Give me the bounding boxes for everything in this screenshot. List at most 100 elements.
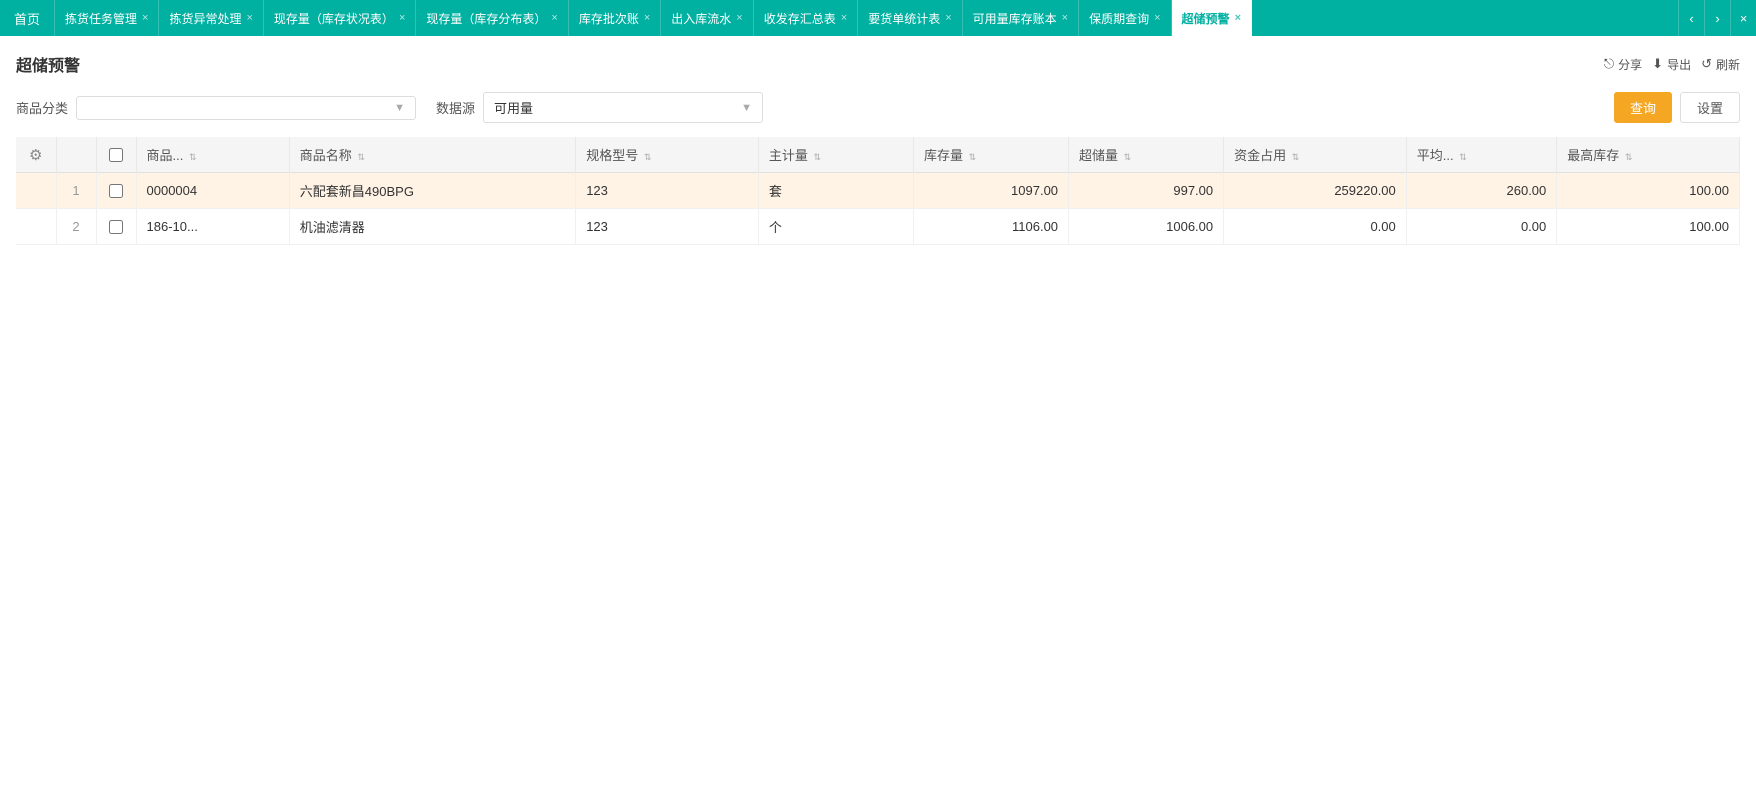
row-capital-0: 259220.00 bbox=[1224, 173, 1407, 209]
row-spec-1: 123 bbox=[576, 209, 759, 245]
nav-tab-10[interactable]: 超储预警 × bbox=[1172, 0, 1252, 36]
th-avg[interactable]: 平均... ⇅ bbox=[1406, 137, 1557, 173]
row-checkbox-0[interactable] bbox=[109, 184, 123, 198]
th-over-stock[interactable]: 超储量 ⇅ bbox=[1069, 137, 1224, 173]
share-label: 分享 bbox=[1618, 56, 1642, 73]
row-product-name-1: 机油滤清器 bbox=[289, 209, 575, 245]
th-capital[interactable]: 资金占用 ⇅ bbox=[1224, 137, 1407, 173]
share-button[interactable]: ⎋ 分享 bbox=[1604, 56, 1642, 73]
nav-tab-close-10[interactable]: × bbox=[1235, 12, 1241, 24]
settings-button[interactable]: 设置 bbox=[1680, 92, 1740, 123]
refresh-button[interactable]: ↺ 刷新 bbox=[1701, 56, 1740, 73]
nav-tab-label-10: 超储预警 bbox=[1182, 10, 1230, 27]
th-max-stock[interactable]: 最高库存 ⇅ bbox=[1557, 137, 1740, 173]
th-spec-label: 规格型号 bbox=[586, 148, 638, 163]
th-product-code[interactable]: 商品... ⇅ bbox=[136, 137, 289, 173]
row-avg-1: 0.00 bbox=[1406, 209, 1557, 245]
nav-home[interactable]: 首页 bbox=[0, 0, 55, 36]
export-button[interactable]: ⬇ 导出 bbox=[1652, 56, 1691, 73]
th-stock[interactable]: 库存量 ⇅ bbox=[913, 137, 1068, 173]
nav-tab-8[interactable]: 可用量库存账本 × bbox=[963, 0, 1079, 36]
th-max-stock-label: 最高库存 bbox=[1567, 148, 1619, 163]
nav-tab-close-3[interactable]: × bbox=[551, 12, 557, 24]
row-num-0: 1 bbox=[56, 173, 96, 209]
sort-icon-unit: ⇅ bbox=[813, 152, 821, 163]
nav-tab-3[interactable]: 现存量（库存分布表） × bbox=[416, 0, 568, 36]
th-capital-label: 资金占用 bbox=[1234, 148, 1286, 163]
filter-label-category: 商品分类 bbox=[16, 98, 68, 117]
refresh-label: 刷新 bbox=[1716, 56, 1740, 73]
nav-arrow-left[interactable]: ‹ bbox=[1678, 0, 1704, 36]
refresh-icon: ↺ bbox=[1701, 56, 1712, 72]
row-spec-0: 123 bbox=[576, 173, 759, 209]
table-row: 1 0000004 六配套新昌490BPG 123 套 1097.00 997.… bbox=[16, 173, 1740, 209]
th-unit[interactable]: 主计量 ⇅ bbox=[758, 137, 913, 173]
sort-icon-over-stock: ⇅ bbox=[1124, 152, 1132, 163]
filter-item-datasource: 数据源 可用量 ▼ bbox=[436, 92, 763, 123]
nav-tab-close-5[interactable]: × bbox=[736, 12, 742, 24]
nav-arrow-right[interactable]: › bbox=[1704, 0, 1730, 36]
th-product-name-label: 商品名称 bbox=[300, 148, 352, 163]
table-body: 1 0000004 六配套新昌490BPG 123 套 1097.00 997.… bbox=[16, 173, 1740, 245]
row-over-stock-1: 1006.00 bbox=[1069, 209, 1224, 245]
filter-item-category: 商品分类 ▼ bbox=[16, 96, 416, 120]
th-stock-label: 库存量 bbox=[924, 148, 963, 163]
row-product-code-0: 0000004 bbox=[136, 173, 289, 209]
th-spec[interactable]: 规格型号 ⇅ bbox=[576, 137, 759, 173]
nav-tab-label-2: 现存量（库存状况表） bbox=[274, 10, 394, 27]
chevron-down-icon: ▼ bbox=[394, 102, 405, 114]
nav-tab-close-2[interactable]: × bbox=[399, 12, 405, 24]
nav-tab-close-7[interactable]: × bbox=[945, 12, 951, 24]
row-check-1 bbox=[96, 209, 136, 245]
datasource-select[interactable]: 可用量 ▼ bbox=[483, 92, 763, 123]
datasource-select-value: 可用量 bbox=[494, 98, 533, 117]
nav-tab-9[interactable]: 保质期查询 × bbox=[1079, 0, 1171, 36]
nav-tab-label-8: 可用量库存账本 bbox=[973, 10, 1057, 27]
page-content: 超储预警 ⎋ 分享 ⬇ 导出 ↺ 刷新 商品分类 ▼ 数据源 bbox=[0, 36, 1756, 800]
nav-tab-label-3: 现存量（库存分布表） bbox=[426, 10, 546, 27]
filter-label-datasource: 数据源 bbox=[436, 98, 475, 117]
th-product-name[interactable]: 商品名称 ⇅ bbox=[289, 137, 575, 173]
settings-col-icon[interactable]: ⚙ bbox=[29, 147, 42, 164]
select-all-checkbox[interactable] bbox=[109, 148, 123, 162]
th-num bbox=[56, 137, 96, 173]
th-avg-label: 平均... bbox=[1417, 148, 1454, 163]
nav-tab-1[interactable]: 拣货异常处理 × bbox=[159, 0, 263, 36]
filter-row: 商品分类 ▼ 数据源 可用量 ▼ 查询 设置 bbox=[16, 92, 1740, 123]
export-icon: ⬇ bbox=[1652, 56, 1663, 72]
nav-tab-close-8[interactable]: × bbox=[1062, 12, 1068, 24]
nav-tab-close-6[interactable]: × bbox=[841, 12, 847, 24]
nav-tab-close-1[interactable]: × bbox=[246, 12, 252, 24]
nav-tab-label-5: 出入库流水 bbox=[671, 10, 731, 27]
nav-tab-6[interactable]: 收发存汇总表 × bbox=[754, 0, 858, 36]
row-checkbox-1[interactable] bbox=[109, 220, 123, 234]
th-unit-label: 主计量 bbox=[769, 148, 808, 163]
th-settings: ⚙ bbox=[16, 137, 56, 173]
sort-icon-avg: ⇅ bbox=[1459, 152, 1467, 163]
nav-tab-5[interactable]: 出入库流水 × bbox=[661, 0, 753, 36]
sort-icon-stock: ⇅ bbox=[969, 152, 977, 163]
nav-tab-label-1: 拣货异常处理 bbox=[169, 10, 241, 27]
nav-tab-close-4[interactable]: × bbox=[644, 12, 650, 24]
th-checkbox bbox=[96, 137, 136, 173]
nav-tab-7[interactable]: 要货单统计表 × bbox=[858, 0, 962, 36]
sort-icon-product-name: ⇅ bbox=[357, 152, 365, 163]
nav-tab-label-7: 要货单统计表 bbox=[868, 10, 940, 27]
nav-tab-close-9[interactable]: × bbox=[1154, 12, 1160, 24]
row-product-name-0: 六配套新昌490BPG bbox=[289, 173, 575, 209]
category-select[interactable]: ▼ bbox=[76, 96, 416, 120]
nav-tab-label-6: 收发存汇总表 bbox=[764, 10, 836, 27]
nav-tab-label-9: 保质期查询 bbox=[1089, 10, 1149, 27]
nav-tab-4[interactable]: 库存批次账 × bbox=[569, 0, 661, 36]
nav-tab-2[interactable]: 现存量（库存状况表） × bbox=[264, 0, 416, 36]
chevron-down-icon-2: ▼ bbox=[741, 102, 752, 114]
nav-arrow-close-all[interactable]: × bbox=[1730, 0, 1756, 36]
nav-tab-label-0: 拣货任务管理 bbox=[65, 10, 137, 27]
row-capital-1: 0.00 bbox=[1224, 209, 1407, 245]
row-max-stock-1: 100.00 bbox=[1557, 209, 1740, 245]
query-button[interactable]: 查询 bbox=[1614, 92, 1672, 123]
page-header: 超储预警 ⎋ 分享 ⬇ 导出 ↺ 刷新 bbox=[16, 52, 1740, 76]
nav-tab-close-0[interactable]: × bbox=[142, 12, 148, 24]
nav-tab-0[interactable]: 拣货任务管理 × bbox=[55, 0, 159, 36]
sort-icon-spec: ⇅ bbox=[644, 152, 652, 163]
